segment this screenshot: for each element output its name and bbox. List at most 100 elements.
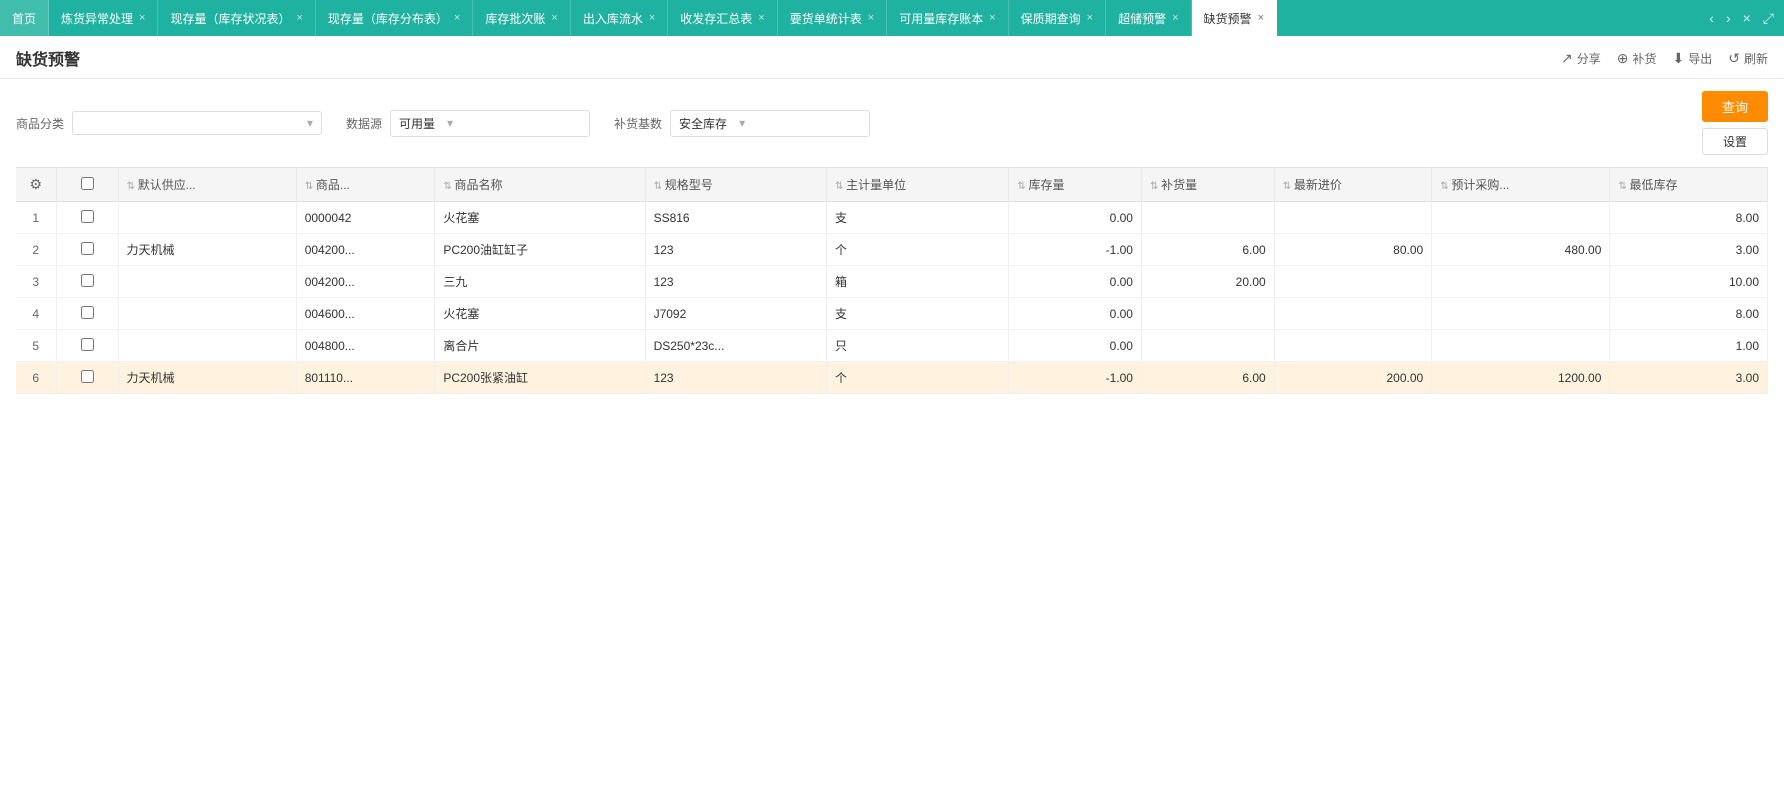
page-header: 缺货预警 ↗ 分享 ⊕ 补货 ⬇ 导出 ↺ 刷新: [0, 36, 1784, 79]
select-all-checkbox[interactable]: [81, 177, 94, 190]
cell-est-purchase: [1432, 298, 1610, 330]
row-checkbox[interactable]: [81, 210, 94, 223]
row-checkbox-cell: [56, 298, 118, 330]
tab-abnormal[interactable]: 炼货异常处理 ×: [49, 0, 158, 36]
tab-expiry[interactable]: 保质期查询 ×: [1009, 0, 1106, 36]
datasource-filter-group: 数据源 可用量 ▾: [346, 110, 590, 137]
cell-replenish-qty: 20.00: [1141, 266, 1274, 298]
filter-actions: 查询 设置: [1702, 91, 1768, 155]
tab-next-button[interactable]: ›: [1720, 8, 1737, 28]
column-settings-icon[interactable]: ⚙: [29, 176, 42, 192]
category-select[interactable]: ▾: [72, 111, 322, 135]
row-checkbox-cell: [56, 330, 118, 362]
tab-shortage[interactable]: 缺货预警 ×: [1192, 0, 1277, 36]
tab-close-inventory-dist[interactable]: ×: [454, 12, 460, 24]
row-checkbox[interactable]: [81, 338, 94, 351]
row-checkbox[interactable]: [81, 274, 94, 287]
tab-close-order-stats[interactable]: ×: [868, 12, 874, 24]
tab-close-window-button[interactable]: ×: [1737, 8, 1757, 28]
header-actions: ↗ 分享 ⊕ 补货 ⬇ 导出 ↺ 刷新: [1561, 50, 1768, 67]
row-number: 4: [16, 298, 56, 330]
row-checkbox[interactable]: [81, 242, 94, 255]
refresh-icon: ↺: [1728, 50, 1740, 67]
tab-collect[interactable]: 收发存汇总表 ×: [668, 0, 777, 36]
cell-min-stock: 1.00: [1610, 330, 1768, 362]
col-spec[interactable]: 规格型号: [645, 168, 826, 202]
cell-min-stock: 8.00: [1610, 298, 1768, 330]
tab-close-available-ledger[interactable]: ×: [989, 12, 995, 24]
tab-expand-button[interactable]: ⤢: [1757, 8, 1780, 29]
col-product-name[interactable]: 商品名称: [435, 168, 645, 202]
settings-button[interactable]: 设置: [1702, 128, 1768, 155]
replenish-base-value: 安全库存: [679, 115, 727, 132]
replenish-base-select-arrow: ▾: [739, 116, 745, 130]
table-row: 2 力天机械 004200... PC200油缸缸子 123 个 -1.00 6…: [16, 234, 1768, 266]
row-number: 6: [16, 362, 56, 394]
cell-min-stock: 3.00: [1610, 234, 1768, 266]
tab-close-inventory-status[interactable]: ×: [296, 12, 302, 24]
category-select-arrow: ▾: [307, 116, 313, 130]
tab-flow[interactable]: 出入库流水 ×: [571, 0, 668, 36]
row-checkbox[interactable]: [81, 306, 94, 319]
col-stock[interactable]: 库存量: [1009, 168, 1142, 202]
cell-product-code: 004600...: [296, 298, 435, 330]
tab-prev-button[interactable]: ‹: [1703, 8, 1720, 28]
cell-product-code: 801110...: [296, 362, 435, 394]
share-button[interactable]: ↗ 分享: [1561, 50, 1601, 67]
row-checkbox-cell: [56, 266, 118, 298]
cell-spec: 123: [645, 362, 826, 394]
cell-supplier: 力天机械: [118, 362, 296, 394]
col-product-code[interactable]: 商品...: [296, 168, 435, 202]
tab-close-flow[interactable]: ×: [649, 12, 655, 24]
tab-close-collect[interactable]: ×: [758, 12, 764, 24]
cell-replenish-qty: 6.00: [1141, 362, 1274, 394]
cell-unit: 个: [826, 362, 1008, 394]
cell-product-name: 三九: [435, 266, 645, 298]
datasource-select-arrow: ▾: [447, 116, 453, 130]
data-table: ⚙ 默认供应... 商品... 商品名称: [16, 167, 1768, 394]
col-unit[interactable]: 主计量单位: [826, 168, 1008, 202]
cell-unit: 支: [826, 298, 1008, 330]
col-min-stock[interactable]: 最低库存: [1610, 168, 1768, 202]
cell-est-purchase: 480.00: [1432, 234, 1610, 266]
col-supplier[interactable]: 默认供应...: [118, 168, 296, 202]
cell-replenish-qty: 6.00: [1141, 234, 1274, 266]
tab-close-overstock[interactable]: ×: [1172, 12, 1178, 24]
cell-latest-price: [1274, 202, 1432, 234]
query-button[interactable]: 查询: [1702, 91, 1768, 122]
cell-est-purchase: [1432, 266, 1610, 298]
tab-inventory-status[interactable]: 现存量（库存状况表） ×: [158, 0, 315, 36]
tab-close-batch-account[interactable]: ×: [551, 12, 557, 24]
datasource-select[interactable]: 可用量 ▾: [390, 110, 590, 137]
replenish-button[interactable]: ⊕ 补货: [1617, 50, 1657, 67]
row-checkbox-cell: [56, 362, 118, 394]
table-row: 4 004600... 火花塞 J7092 支 0.00 8.00: [16, 298, 1768, 330]
refresh-button[interactable]: ↺ 刷新: [1728, 50, 1768, 67]
tab-close-expiry[interactable]: ×: [1087, 12, 1093, 24]
cell-stock: -1.00: [1009, 362, 1142, 394]
cell-supplier: [118, 266, 296, 298]
tab-overstock[interactable]: 超储预警 ×: [1106, 0, 1191, 36]
col-est-purchase[interactable]: 预计采购...: [1432, 168, 1610, 202]
cell-supplier: [118, 298, 296, 330]
col-latest-price[interactable]: 最新进价: [1274, 168, 1432, 202]
row-checkbox-cell: [56, 202, 118, 234]
datasource-label: 数据源: [346, 115, 382, 132]
tab-available-ledger[interactable]: 可用量库存账本 ×: [887, 0, 1008, 36]
tab-home[interactable]: 首页: [0, 0, 49, 36]
cell-min-stock: 10.00: [1610, 266, 1768, 298]
col-replenish-qty[interactable]: 补货量: [1141, 168, 1274, 202]
tab-close-shortage[interactable]: ×: [1258, 12, 1264, 24]
export-button[interactable]: ⬇ 导出: [1673, 50, 1713, 67]
table-header-row: ⚙ 默认供应... 商品... 商品名称: [16, 168, 1768, 202]
row-checkbox[interactable]: [81, 370, 94, 383]
tab-close-abnormal[interactable]: ×: [139, 12, 145, 24]
datasource-value: 可用量: [399, 115, 435, 132]
tab-batch-account[interactable]: 库存批次账 ×: [473, 0, 570, 36]
replenish-base-select[interactable]: 安全库存 ▾: [670, 110, 870, 137]
row-number: 2: [16, 234, 56, 266]
tab-order-stats[interactable]: 要货单统计表 ×: [778, 0, 887, 36]
page-title: 缺货预警: [16, 46, 1561, 70]
cell-unit: 只: [826, 330, 1008, 362]
tab-inventory-dist[interactable]: 现存量（库存分布表） ×: [316, 0, 473, 36]
